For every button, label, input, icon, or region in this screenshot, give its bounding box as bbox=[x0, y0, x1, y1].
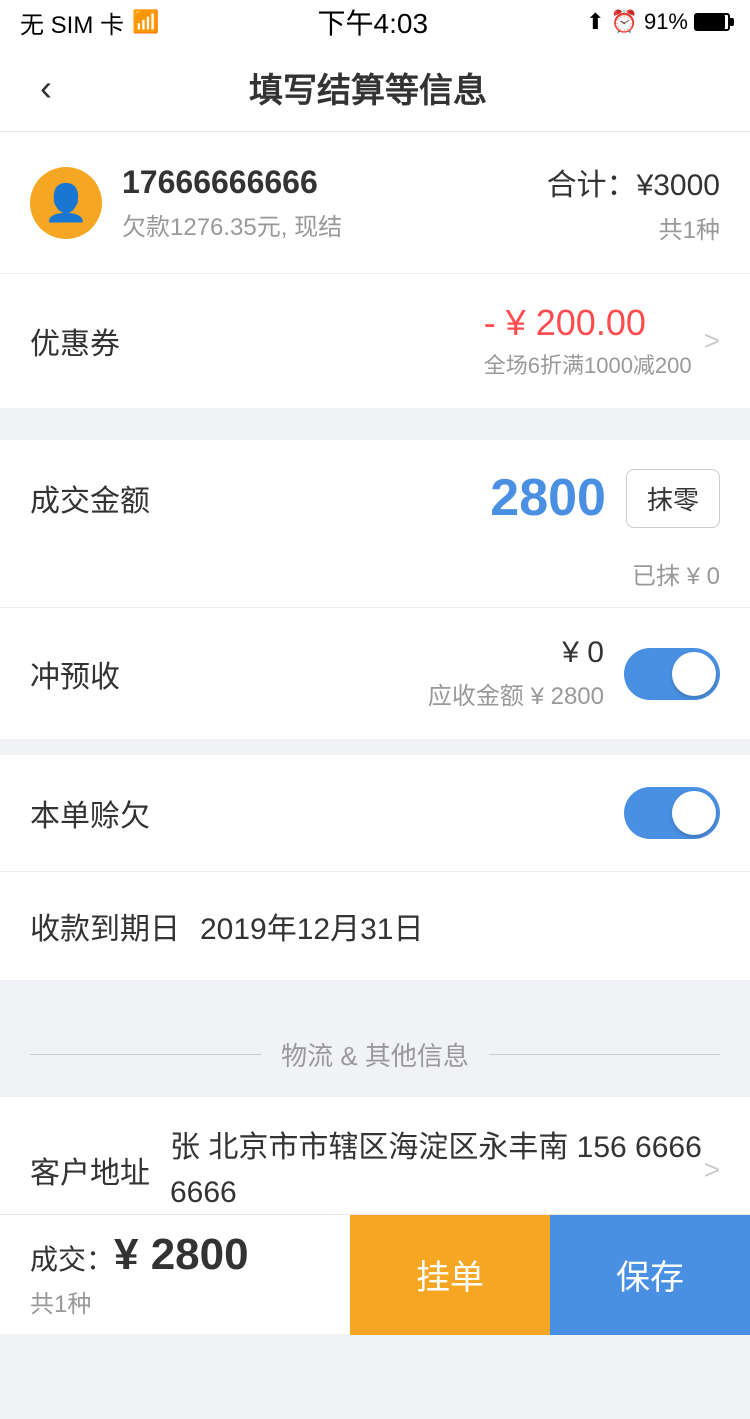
total-amount: 合计：¥3000 bbox=[547, 160, 720, 204]
customer-total: 合计：¥3000 共1种 bbox=[547, 160, 720, 245]
divider-2 bbox=[0, 739, 750, 755]
precharge-val-block: ¥ 0 应收金额 ¥ 2800 bbox=[428, 636, 604, 711]
coupon-discount-block: - ¥ 200.00 全场6折满1000减200 bbox=[484, 302, 692, 380]
customer-info: 17666666666 欠款1276.35元, 现结 bbox=[122, 164, 547, 242]
precharge-right: ¥ 0 应收金额 ¥ 2800 bbox=[428, 636, 720, 711]
wifi-icon: 📶 bbox=[132, 9, 159, 35]
amount-label: 成交金额 bbox=[30, 476, 150, 520]
coupon-discount: - ¥ 200.00 bbox=[484, 302, 692, 344]
deal-amount-section: 成交金额 2800 抹零 已抹 ¥ 0 冲预收 ¥ 0 应收金额 ¥ 2800 bbox=[0, 440, 750, 739]
customer-row: 👤 17666666666 欠款1276.35元, 现结 合计：¥3000 共1… bbox=[0, 132, 750, 274]
coupon-label: 优惠券 bbox=[30, 319, 120, 363]
customer-phone: 17666666666 bbox=[122, 164, 547, 201]
precharge-amount: ¥ 0 bbox=[428, 636, 604, 670]
precharge-label: 冲预收 bbox=[30, 652, 120, 696]
sim-text: 无 SIM 卡 bbox=[20, 5, 124, 40]
total-label: 合计： bbox=[547, 169, 637, 202]
coupon-row[interactable]: 优惠券 - ¥ 200.00 全场6折满1000减200 > bbox=[0, 274, 750, 408]
hang-button[interactable]: 挂单 bbox=[350, 1215, 550, 1335]
address-label: 客户地址 bbox=[30, 1148, 150, 1192]
arrears-label: 本单赊欠 bbox=[30, 791, 150, 835]
duedate-row: 收款到期日 2019年12月31日 bbox=[0, 871, 750, 980]
amount-sub: 已抹 ¥ 0 bbox=[0, 556, 750, 607]
save-button[interactable]: 保存 bbox=[550, 1215, 750, 1335]
arrears-toggle-knob bbox=[672, 791, 716, 835]
status-bar: 无 SIM 卡 📶 下午4:03 ⬆ ⏰ 91% bbox=[0, 0, 750, 44]
bottom-bar: 成交：¥ 2800 共1种 挂单 保存 bbox=[0, 1214, 750, 1334]
toggle-knob bbox=[672, 652, 716, 696]
battery-icon bbox=[694, 13, 730, 31]
round-button[interactable]: 抹零 bbox=[626, 469, 720, 528]
arrears-card: 本单赊欠 收款到期日 2019年12月31日 bbox=[0, 755, 750, 980]
amount-right: 2800 抹零 bbox=[490, 468, 720, 528]
logistics-header: 物流 & 其他信息 bbox=[0, 1012, 750, 1097]
bottom-info: 成交：¥ 2800 共1种 bbox=[0, 1230, 350, 1319]
logistics-line-right bbox=[489, 1054, 720, 1055]
coupon-right: - ¥ 200.00 全场6折满1000减200 > bbox=[484, 302, 720, 380]
total-count: 共1种 bbox=[547, 210, 720, 245]
status-left: 无 SIM 卡 📶 bbox=[20, 5, 159, 40]
duedate-value: 2019年12月31日 bbox=[200, 904, 423, 948]
alarm-icon: ⏰ bbox=[611, 9, 638, 35]
divider-3 bbox=[0, 996, 750, 1012]
battery-fill bbox=[696, 15, 725, 29]
status-right: ⬆ ⏰ 91% bbox=[586, 9, 730, 35]
location-icon: ⬆ bbox=[586, 9, 604, 35]
precharge-row: 冲预收 ¥ 0 应收金额 ¥ 2800 bbox=[0, 607, 750, 739]
back-button[interactable]: ‹ bbox=[30, 57, 62, 119]
chevron-right-icon: > bbox=[704, 325, 720, 357]
address-value: 张 北京市市辖区海淀区永丰南 156 6666 6666 bbox=[170, 1125, 704, 1215]
bottom-count: 共1种 bbox=[30, 1284, 320, 1319]
bottom-deal-amount: ¥ 2800 bbox=[114, 1230, 249, 1279]
logistics-title: 物流 & 其他信息 bbox=[261, 1036, 489, 1073]
address-chevron-icon: > bbox=[704, 1154, 720, 1186]
total-value: ¥3000 bbox=[637, 169, 720, 202]
precharge-toggle[interactable] bbox=[624, 648, 720, 700]
avatar-icon: 👤 bbox=[44, 182, 89, 224]
amount-value: 2800 bbox=[490, 468, 606, 528]
amount-row: 成交金额 2800 抹零 bbox=[0, 440, 750, 556]
coupon-desc: 全场6折满1000减200 bbox=[484, 348, 692, 380]
status-time: 下午4:03 bbox=[318, 2, 429, 42]
arrears-row: 本单赊欠 bbox=[0, 755, 750, 871]
bottom-deal-label: 成交： bbox=[30, 1244, 114, 1275]
page-title: 填写结算等信息 bbox=[72, 63, 664, 112]
divider-1 bbox=[0, 424, 750, 440]
logistics-line-left bbox=[30, 1054, 261, 1055]
arrears-toggle[interactable] bbox=[624, 787, 720, 839]
customer-card: 👤 17666666666 欠款1276.35元, 现结 合计：¥3000 共1… bbox=[0, 132, 750, 408]
precharge-receivable: 应收金额 ¥ 2800 bbox=[428, 676, 604, 711]
duedate-label: 收款到期日 bbox=[30, 904, 180, 948]
avatar: 👤 bbox=[30, 167, 102, 239]
nav-bar: ‹ 填写结算等信息 bbox=[0, 44, 750, 132]
bottom-deal-line: 成交：¥ 2800 bbox=[30, 1230, 320, 1280]
customer-sub: 欠款1276.35元, 现结 bbox=[122, 207, 547, 242]
battery-percent: 91% bbox=[644, 9, 688, 35]
